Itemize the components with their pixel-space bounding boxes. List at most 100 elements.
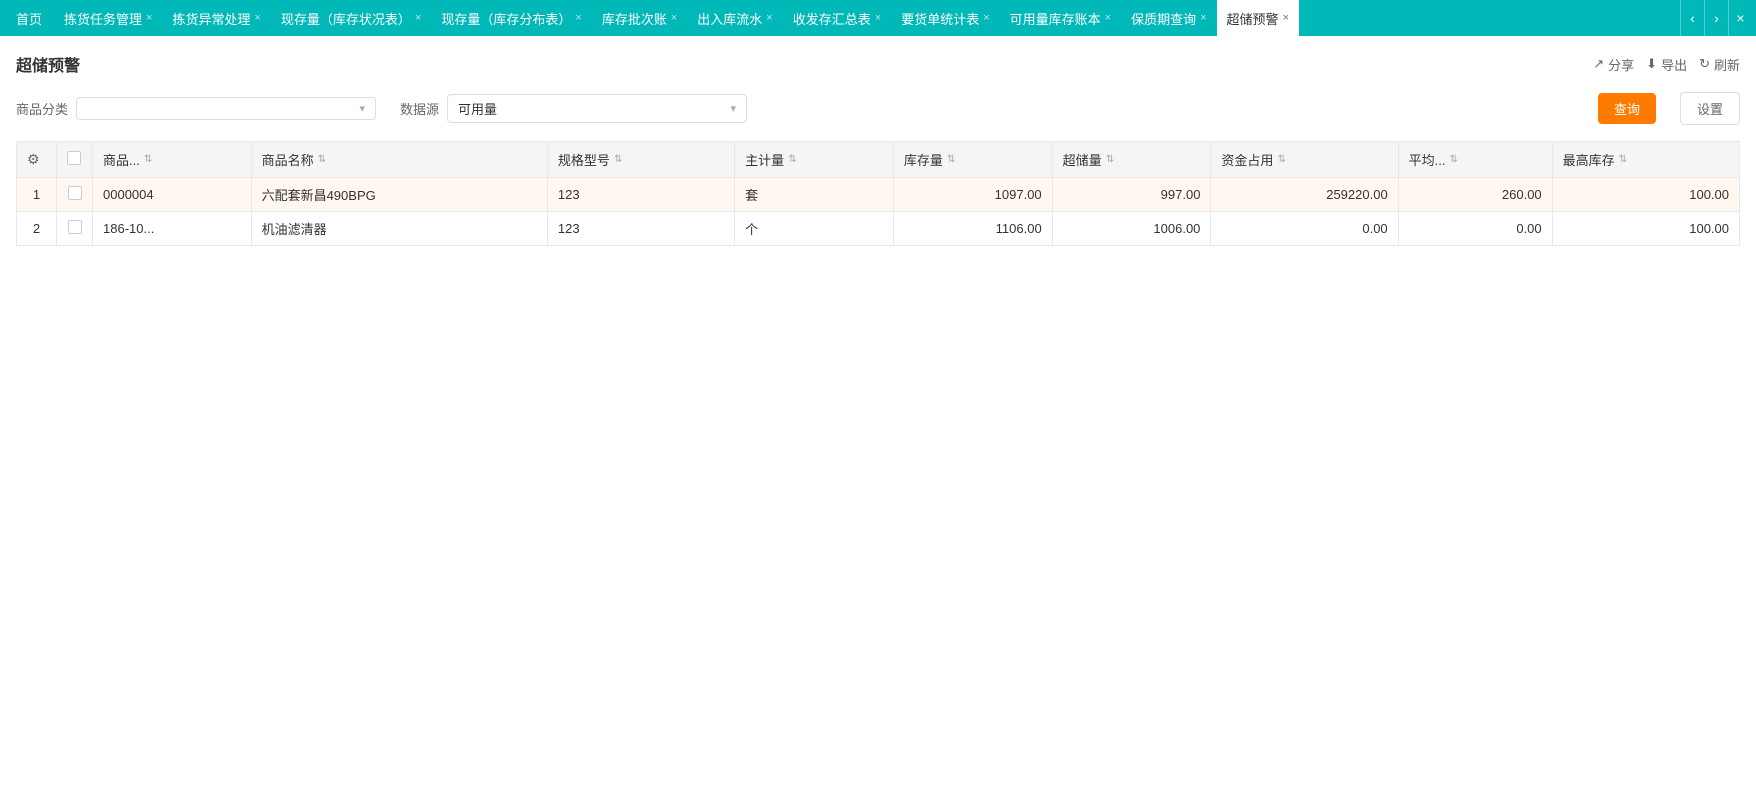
export-button[interactable]: ⬇ 导出 [1646,55,1687,74]
category-select[interactable]: ▾ [76,97,376,120]
nav-close-arrow[interactable]: × [1728,0,1752,36]
share-icon: ↗ [1593,56,1604,72]
col-unit-header[interactable]: 主计量 ⇅ [735,142,894,178]
col-name-sort-icon: ⇅ [318,154,326,165]
nav-tab-label-6: 收发存汇总表 [793,9,871,28]
cell-over: 997.00 [1052,178,1211,212]
filter-row: 商品分类 ▾ 数据源 可用量 ▾ 查询 设置 [16,92,1740,125]
col-capital-sort-icon: ⇅ [1277,154,1285,165]
nav-tab-close-4[interactable]: × [671,12,677,24]
col-code-label: 商品... [103,150,140,169]
main-content: 超储预警 ↗ 分享 ⬇ 导出 ↻ 刷新 商品分类 ▾ 数据源 [0,36,1756,800]
nav-tab-8[interactable]: 可用量库存账本 × [1000,0,1121,36]
gear-icon[interactable]: ⚙ [27,151,40,167]
col-avg-sort-icon: ⇅ [1450,154,1458,165]
col-capital-label: 资金占用 [1221,150,1273,169]
data-table: ⚙ 商品... ⇅ 商品名称 ⇅ [16,141,1740,246]
category-filter: 商品分类 ▾ [16,97,376,120]
page-header: 超储预警 ↗ 分享 ⬇ 导出 ↻ 刷新 [16,52,1740,76]
nav-tab-label-7: 要货单统计表 [901,9,979,28]
query-button[interactable]: 查询 [1598,93,1656,124]
nav-tab-0[interactable]: 拣货任务管理 × [54,0,162,36]
share-label: 分享 [1608,55,1634,74]
datasource-arrow-icon: ▾ [731,102,737,115]
col-code-sort-icon: ⇅ [144,154,152,165]
nav-next-arrow[interactable]: › [1704,0,1728,36]
nav-tab-close-3[interactable]: × [575,12,581,24]
col-stock-header[interactable]: 库存量 ⇅ [893,142,1052,178]
refresh-button[interactable]: ↻ 刷新 [1699,55,1740,74]
col-max-sort-icon: ⇅ [1619,154,1627,165]
cell-code: 186-10... [93,212,252,246]
nav-tab-1[interactable]: 拣货异常处理 × [162,0,270,36]
nav-tab-5[interactable]: 出入库流水 × [687,0,782,36]
table-row[interactable]: 10000004六配套新昌490BPG123套1097.00997.002592… [17,178,1740,212]
datasource-label: 数据源 [400,99,439,118]
nav-tab-close-7[interactable]: × [983,12,989,24]
col-spec-header[interactable]: 规格型号 ⇅ [547,142,734,178]
nav-tab-label-4: 库存批次账 [602,9,667,28]
export-label: 导出 [1661,55,1687,74]
col-code-header[interactable]: 商品... ⇅ [93,142,252,178]
nav-tab-label-10: 超储预警 [1227,9,1279,28]
header-actions: ↗ 分享 ⬇ 导出 ↻ 刷新 [1593,55,1740,74]
cell-unit: 套 [735,178,894,212]
cell-stock: 1097.00 [893,178,1052,212]
nav-tab-close-10[interactable]: × [1283,12,1289,24]
cell-over: 1006.00 [1052,212,1211,246]
nav-tab-close-6[interactable]: × [875,12,881,24]
nav-tab-close-5[interactable]: × [766,12,772,24]
col-max-header[interactable]: 最高库存 ⇅ [1552,142,1739,178]
cell-max: 100.00 [1552,178,1739,212]
nav-tab-3[interactable]: 现存量（库存分布表） × [431,0,591,36]
category-label: 商品分类 [16,99,68,118]
nav-tab-close-9[interactable]: × [1200,12,1206,24]
row-checkbox-0[interactable] [68,186,82,200]
nav-tab-2[interactable]: 现存量（库存状况表） × [271,0,431,36]
nav-arrows: ‹ › × [1680,0,1752,36]
col-name-label: 商品名称 [262,150,314,169]
datasource-select[interactable]: 可用量 ▾ [447,94,747,123]
col-unit-label: 主计量 [745,150,784,169]
nav-tab-close-0[interactable]: × [146,12,152,24]
col-over-header[interactable]: 超储量 ⇅ [1052,142,1211,178]
settings-button[interactable]: 设置 [1680,92,1740,125]
col-name-header[interactable]: 商品名称 ⇅ [251,142,547,178]
nav-tab-6[interactable]: 收发存汇总表 × [783,0,891,36]
table-header-row: ⚙ 商品... ⇅ 商品名称 ⇅ [17,142,1740,178]
col-over-label: 超储量 [1063,150,1102,169]
col-spec-label: 规格型号 [558,150,610,169]
nav-tab-close-8[interactable]: × [1105,12,1111,24]
cell-capital: 259220.00 [1211,178,1398,212]
cell-avg: 260.00 [1398,178,1552,212]
col-capital-header[interactable]: 资金占用 ⇅ [1211,142,1398,178]
col-avg-label: 平均... [1409,150,1446,169]
nav-prev-arrow[interactable]: ‹ [1680,0,1704,36]
col-over-sort-icon: ⇅ [1106,154,1114,165]
nav-tab-4[interactable]: 库存批次账 × [592,0,687,36]
cell-check [57,178,93,212]
cell-spec: 123 [547,178,734,212]
page-title: 超储预警 [16,52,80,76]
nav-tab-7[interactable]: 要货单统计表 × [891,0,999,36]
nav-home[interactable]: 首页 [4,0,54,36]
nav-tab-close-2[interactable]: × [415,12,421,24]
col-gear-header: ⚙ [17,142,57,178]
refresh-icon: ↻ [1699,56,1710,72]
table-row[interactable]: 2186-10...机油滤清器123个1106.001006.000.000.0… [17,212,1740,246]
cell-avg: 0.00 [1398,212,1552,246]
nav-tab-label-3: 现存量（库存分布表） [441,9,571,28]
header-checkbox[interactable] [67,151,81,165]
export-icon: ⬇ [1646,56,1657,72]
col-avg-header[interactable]: 平均... ⇅ [1398,142,1552,178]
datasource-value: 可用量 [458,99,497,118]
col-spec-sort-icon: ⇅ [614,154,622,165]
nav-tab-label-9: 保质期查询 [1131,9,1196,28]
share-button[interactable]: ↗ 分享 [1593,55,1634,74]
row-checkbox-1[interactable] [68,220,82,234]
nav-tab-9[interactable]: 保质期查询 × [1121,0,1216,36]
nav-tab-10[interactable]: 超储预警 × [1217,0,1299,36]
nav-tab-close-1[interactable]: × [254,12,260,24]
cell-spec: 123 [547,212,734,246]
top-navigation: 首页 拣货任务管理 ×拣货异常处理 ×现存量（库存状况表） ×现存量（库存分布表… [0,0,1756,36]
